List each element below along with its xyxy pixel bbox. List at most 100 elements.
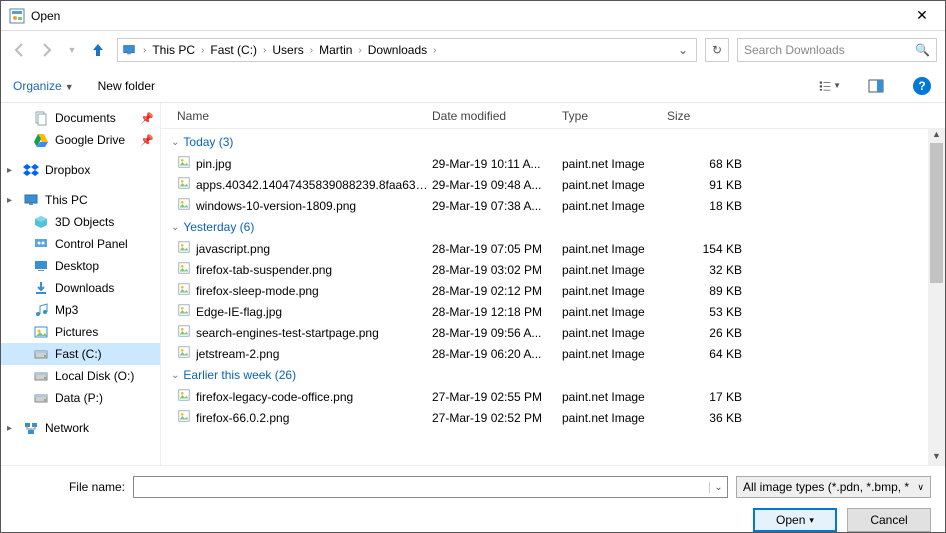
sidebar-item[interactable]: Control Panel [1, 233, 160, 255]
file-group-header[interactable]: ⌄Earlier this week (26) [161, 364, 945, 386]
scroll-up-icon[interactable]: ▲ [928, 129, 945, 143]
dropbox-icon [23, 162, 39, 178]
chevron-right-icon[interactable]: ▸ [7, 423, 17, 434]
close-icon[interactable]: ✕ [907, 7, 937, 24]
refresh-icon[interactable]: ↻ [705, 38, 729, 62]
chevron-down-icon[interactable]: ⌄ [171, 137, 179, 148]
sidebar-item[interactable]: 3D Objects [1, 211, 160, 233]
search-input[interactable]: Search Downloads 🔍 [737, 38, 937, 62]
scroll-thumb[interactable] [930, 143, 943, 283]
sidebar-item-label: This PC [45, 193, 88, 207]
column-date[interactable]: Date modified [432, 109, 562, 123]
breadcrumb-segment[interactable]: This PC [149, 43, 198, 57]
file-type: paint.net Image [562, 326, 667, 340]
up-icon[interactable] [87, 39, 109, 61]
file-size: 26 KB [667, 326, 752, 340]
file-row[interactable]: firefox-sleep-mode.png28-Mar-19 02:12 PM… [161, 280, 945, 301]
scrollbar[interactable]: ▲ ▼ [928, 129, 945, 465]
network-icon [23, 420, 39, 436]
chevron-down-icon[interactable]: ⌄ [709, 482, 727, 493]
sidebar-item[interactable]: ▸ Dropbox [1, 159, 160, 181]
back-icon[interactable] [9, 39, 31, 61]
open-button[interactable]: Open▾ [753, 508, 837, 532]
file-size: 68 KB [667, 157, 752, 171]
breadcrumb-segment[interactable]: Fast (C:) [207, 43, 260, 57]
column-size[interactable]: Size [667, 109, 752, 123]
filename-input[interactable]: ⌄ [133, 476, 728, 498]
sidebar[interactable]: Documents📌 Google Drive 📌 ▸ Dropbox ▸ This PC 3… [1, 103, 161, 465]
file-row[interactable]: firefox-tab-suspender.png28-Mar-19 03:02… [161, 259, 945, 280]
file-type: paint.net Image [562, 157, 667, 171]
new-folder-button[interactable]: New folder [98, 79, 155, 93]
file-date: 27-Mar-19 02:55 PM [432, 390, 562, 404]
sidebar-item[interactable]: Fast (C:) [1, 343, 160, 365]
image-file-icon [177, 261, 191, 278]
column-type[interactable]: Type [562, 109, 667, 123]
forward-icon[interactable] [35, 39, 57, 61]
file-size: 18 KB [667, 199, 752, 213]
file-name: firefox-tab-suspender.png [196, 263, 332, 277]
file-type: paint.net Image [562, 390, 667, 404]
preview-pane-icon[interactable] [865, 75, 887, 97]
file-row[interactable]: firefox-66.0.2.png27-Mar-19 02:52 PMpain… [161, 407, 945, 428]
image-file-icon [177, 240, 191, 257]
pc-icon [23, 192, 39, 208]
file-row[interactable]: search-engines-test-startpage.png28-Mar-… [161, 322, 945, 343]
documents-icon [33, 110, 49, 126]
chevron-right-icon[interactable]: ▸ [7, 195, 17, 206]
3d-icon [33, 214, 49, 230]
breadcrumb-segment[interactable]: Users [269, 43, 306, 57]
music-icon [33, 302, 49, 318]
file-row[interactable]: pin.jpg29-Mar-19 10:11 A...paint.net Ima… [161, 153, 945, 174]
sidebar-item[interactable]: Mp3 [1, 299, 160, 321]
sidebar-item[interactable]: ▸Network [1, 417, 160, 439]
file-name: javascript.png [196, 242, 270, 256]
file-row[interactable]: jetstream-2.png28-Mar-19 06:20 A...paint… [161, 343, 945, 364]
file-row[interactable]: windows-10-version-1809.png29-Mar-19 07:… [161, 195, 945, 216]
pin-icon: 📌 [140, 134, 154, 147]
breadcrumb[interactable]: › This PC› Fast (C:)› Users› Martin› Dow… [117, 38, 697, 62]
scroll-down-icon[interactable]: ▼ [928, 451, 945, 465]
sidebar-item[interactable]: Documents📌 [1, 107, 160, 129]
file-group-header[interactable]: ⌄Yesterday (6) [161, 216, 945, 238]
file-row[interactable]: javascript.png28-Mar-19 07:05 PMpaint.ne… [161, 238, 945, 259]
file-date: 28-Mar-19 07:05 PM [432, 242, 562, 256]
file-date: 28-Mar-19 09:56 A... [432, 326, 562, 340]
chevron-down-icon[interactable]: ⌄ [171, 222, 179, 233]
chevron-down-icon[interactable]: ⌄ [171, 370, 179, 381]
file-name: windows-10-version-1809.png [196, 199, 356, 213]
sidebar-item-label: Dropbox [45, 163, 90, 177]
sidebar-item-label: Mp3 [55, 303, 78, 317]
sidebar-item-label: 3D Objects [55, 215, 114, 229]
file-row[interactable]: firefox-legacy-code-office.png27-Mar-19 … [161, 386, 945, 407]
chevron-down-icon[interactable]: ⌄ [674, 43, 692, 57]
image-file-icon [177, 303, 191, 320]
file-row[interactable]: apps.40342.14047435839088239.8faa635f-..… [161, 174, 945, 195]
breadcrumb-segment[interactable]: Downloads [365, 43, 430, 57]
image-file-icon [177, 409, 191, 426]
sidebar-item[interactable]: Pictures [1, 321, 160, 343]
file-type-filter[interactable]: All image types (*.pdn, *.bmp, *∨ [736, 476, 931, 498]
organize-menu[interactable]: Organize▼ [13, 79, 74, 93]
cancel-button[interactable]: Cancel [847, 508, 931, 532]
sidebar-item-label: Google Drive [55, 133, 125, 147]
view-options-icon[interactable]: ▼ [819, 75, 841, 97]
filename-label: File name: [15, 480, 125, 494]
sidebar-item[interactable]: Local Disk (O:) [1, 365, 160, 387]
sidebar-item[interactable]: Downloads [1, 277, 160, 299]
control-icon [33, 236, 49, 252]
file-group-header[interactable]: ⌄Today (3) [161, 131, 945, 153]
file-list[interactable]: ⌄Today (3)pin.jpg29-Mar-19 10:11 A...pai… [161, 129, 945, 465]
sidebar-item[interactable]: ▸ This PC [1, 189, 160, 211]
sidebar-item-label: Control Panel [55, 237, 128, 251]
sidebar-item[interactable]: Google Drive 📌 [1, 129, 160, 151]
column-name[interactable]: Name [177, 109, 432, 123]
recent-dropdown-icon[interactable]: ▼ [61, 39, 83, 61]
image-file-icon [177, 155, 191, 172]
sidebar-item[interactable]: Desktop [1, 255, 160, 277]
help-icon[interactable]: ? [911, 75, 933, 97]
chevron-right-icon[interactable]: ▸ [7, 165, 17, 176]
sidebar-item[interactable]: Data (P:) [1, 387, 160, 409]
breadcrumb-segment[interactable]: Martin [316, 43, 355, 57]
file-row[interactable]: Edge-IE-flag.jpg28-Mar-19 12:18 PMpaint.… [161, 301, 945, 322]
